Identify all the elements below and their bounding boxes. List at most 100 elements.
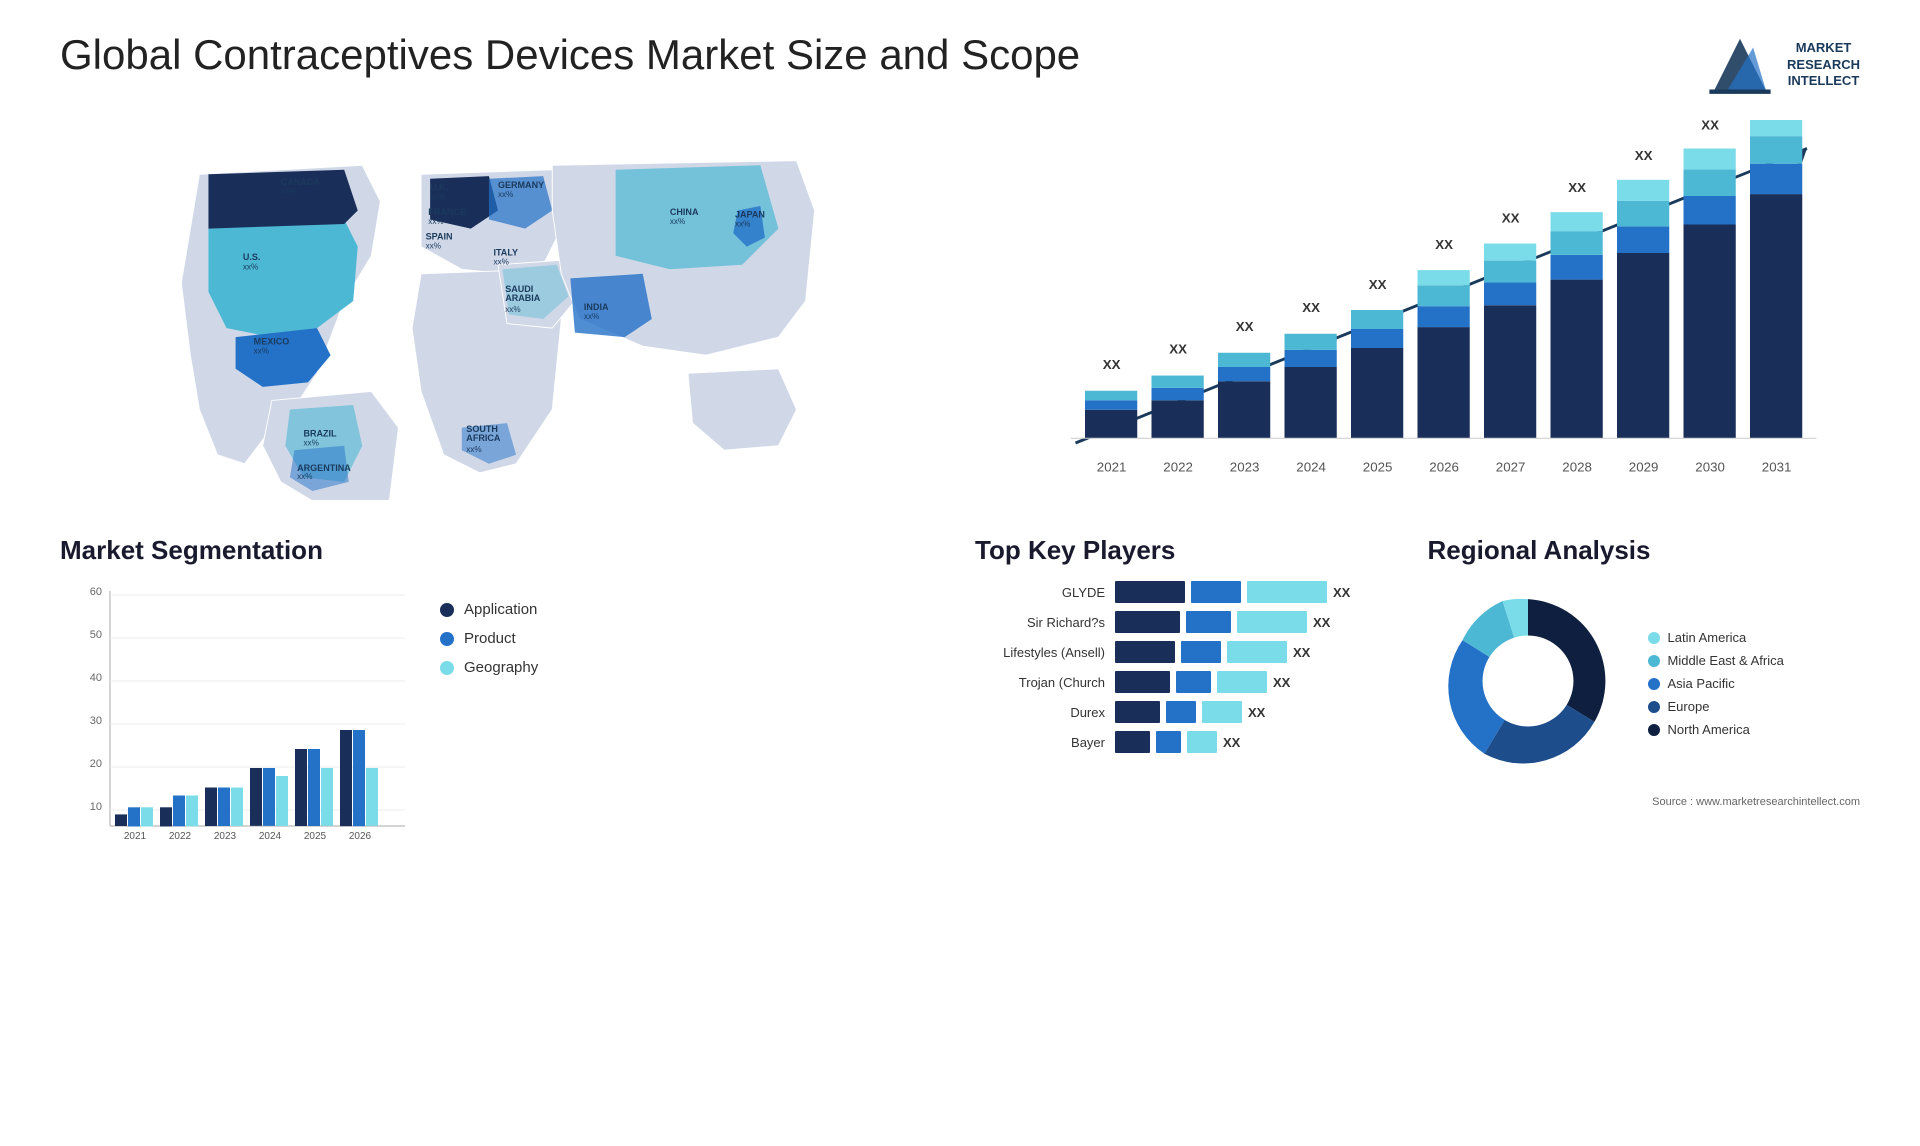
reg-label-mea: Middle East & Africa — [1668, 653, 1784, 668]
svg-text:xx%: xx% — [584, 312, 599, 321]
seg-chart-svg-wrap: 60 50 40 30 20 10 — [60, 581, 420, 866]
bar-chart-svg: XX 2021 XX 2022 XX 2023 XX 2024 — [975, 120, 1860, 500]
svg-text:2027: 2027 — [1496, 460, 1526, 475]
player-xx-lifestyles: XX — [1293, 645, 1310, 660]
main-content: CANADA xx% U.S. xx% MEXICO xx% BRAZIL xx… — [60, 120, 1860, 866]
legend-dot-product — [440, 632, 454, 646]
svg-text:XX: XX — [1568, 180, 1586, 195]
player-row-bayer: Bayer XX — [975, 731, 1408, 753]
legend-label-product: Product — [464, 630, 516, 647]
svg-text:BRAZIL: BRAZIL — [303, 429, 337, 439]
page-container: Global Contraceptives Devices Market Siz… — [0, 0, 1920, 896]
player-xx-bayer: XX — [1223, 735, 1240, 750]
player-xx-durex: XX — [1248, 705, 1265, 720]
reg-label-europe: Europe — [1668, 699, 1710, 714]
legend-item-product: Product — [440, 630, 538, 647]
svg-text:2022: 2022 — [169, 831, 192, 842]
player-row-durex: Durex XX — [975, 701, 1408, 723]
reg-legend-latin: Latin America — [1648, 630, 1784, 645]
svg-text:xx%: xx% — [493, 258, 508, 267]
svg-text:XX: XX — [1236, 319, 1254, 334]
player-name-durex: Durex — [975, 705, 1105, 720]
svg-text:xx%: xx% — [254, 346, 269, 355]
player-name-glyde: GLYDE — [975, 585, 1105, 600]
svg-text:SPAIN: SPAIN — [426, 231, 453, 241]
player-xx-trojan: XX — [1273, 675, 1290, 690]
svg-text:ITALY: ITALY — [493, 248, 518, 258]
svg-text:2021: 2021 — [124, 831, 147, 842]
player-name-bayer: Bayer — [975, 735, 1105, 750]
svg-text:xx%: xx% — [498, 190, 513, 199]
legend-item-geography: Geography — [440, 659, 538, 676]
svg-text:2031: 2031 — [1762, 460, 1792, 475]
bar-chart-section: XX 2021 XX 2022 XX 2023 XX 2024 — [975, 120, 1860, 505]
svg-text:xx%: xx% — [466, 445, 481, 454]
svg-text:xx%: xx% — [426, 241, 441, 250]
svg-text:CHINA: CHINA — [670, 207, 699, 217]
logo-icon — [1705, 30, 1775, 100]
svg-text:40: 40 — [90, 672, 102, 684]
player-xx-sir-richards: XX — [1313, 615, 1330, 630]
reg-legend-na: North America — [1648, 722, 1784, 737]
segmentation-title: Market Segmentation — [60, 535, 945, 566]
reg-legend-mea: Middle East & Africa — [1648, 653, 1784, 668]
svg-text:xx%: xx% — [297, 472, 312, 481]
svg-text:XX: XX — [1435, 237, 1453, 252]
seg-container: 60 50 40 30 20 10 — [60, 581, 945, 866]
donut-chart — [1428, 581, 1628, 781]
player-bar-durex: XX — [1115, 701, 1265, 723]
map-wrapper: CANADA xx% U.S. xx% MEXICO xx% BRAZIL xx… — [60, 120, 945, 500]
svg-text:xx%: xx% — [428, 217, 443, 226]
svg-text:xx%: xx% — [303, 439, 318, 448]
svg-text:2029: 2029 — [1629, 460, 1659, 475]
player-xx-glyde: XX — [1333, 585, 1350, 600]
svg-text:GERMANY: GERMANY — [498, 180, 544, 190]
player-bar-sir-richards: XX — [1115, 611, 1330, 633]
svg-text:2023: 2023 — [1230, 460, 1260, 475]
svg-text:xx%: xx% — [670, 217, 685, 226]
svg-text:2022: 2022 — [1163, 460, 1193, 475]
player-bars: GLYDE XX Sir Richard?s — [975, 581, 1408, 753]
svg-text:U.S.: U.S. — [243, 252, 261, 262]
svg-text:XX: XX — [1169, 342, 1187, 357]
seg-legend: Application Product Geography — [440, 581, 538, 676]
svg-text:XX: XX — [1103, 357, 1121, 372]
svg-text:2024: 2024 — [1296, 460, 1326, 475]
player-row-lifestyles: Lifestyles (Ansell) XX — [975, 641, 1408, 663]
svg-text:2026: 2026 — [349, 831, 372, 842]
svg-text:XX: XX — [1701, 120, 1719, 133]
svg-text:U.K.: U.K. — [430, 183, 448, 193]
reg-dot-apac — [1648, 678, 1660, 690]
svg-text:2026: 2026 — [1429, 460, 1459, 475]
reg-dot-na — [1648, 724, 1660, 736]
svg-text:2021: 2021 — [1097, 460, 1127, 475]
svg-text:ARABIA: ARABIA — [505, 293, 541, 303]
player-row-glyde: GLYDE XX — [975, 581, 1408, 603]
reg-legend-apac: Asia Pacific — [1648, 676, 1784, 691]
svg-text:2030: 2030 — [1695, 460, 1725, 475]
key-players-title: Top Key Players — [975, 535, 1408, 566]
legend-label-application: Application — [464, 601, 537, 618]
world-map-svg: CANADA xx% U.S. xx% MEXICO xx% BRAZIL xx… — [60, 120, 945, 500]
segmentation-chart: 60 50 40 30 20 10 — [60, 581, 420, 861]
reg-dot-europe — [1648, 701, 1660, 713]
reg-legend-europe: Europe — [1648, 699, 1784, 714]
player-name-trojan: Trojan (Church — [975, 675, 1105, 690]
regional-legend: Latin America Middle East & Africa Asia … — [1648, 630, 1784, 737]
svg-text:xx%: xx% — [281, 187, 296, 196]
regional-title: Regional Analysis — [1428, 535, 1861, 566]
svg-text:CANADA: CANADA — [281, 177, 321, 187]
legend-dot-application — [440, 603, 454, 617]
svg-text:xx%: xx% — [735, 220, 750, 229]
svg-text:2024: 2024 — [259, 831, 282, 842]
player-bar-lifestyles: XX — [1115, 641, 1310, 663]
donut-svg-wrap — [1428, 581, 1628, 786]
map-section: CANADA xx% U.S. xx% MEXICO xx% BRAZIL xx… — [60, 120, 945, 505]
player-bar-glyde: XX — [1115, 581, 1350, 603]
svg-text:50: 50 — [90, 629, 102, 641]
logo-text: MARKET RESEARCH INTELLECT — [1787, 40, 1860, 91]
legend-dot-geography — [440, 661, 454, 675]
svg-text:XX: XX — [1302, 300, 1320, 315]
svg-text:xx%: xx% — [243, 262, 258, 271]
player-bar-trojan: XX — [1115, 671, 1290, 693]
